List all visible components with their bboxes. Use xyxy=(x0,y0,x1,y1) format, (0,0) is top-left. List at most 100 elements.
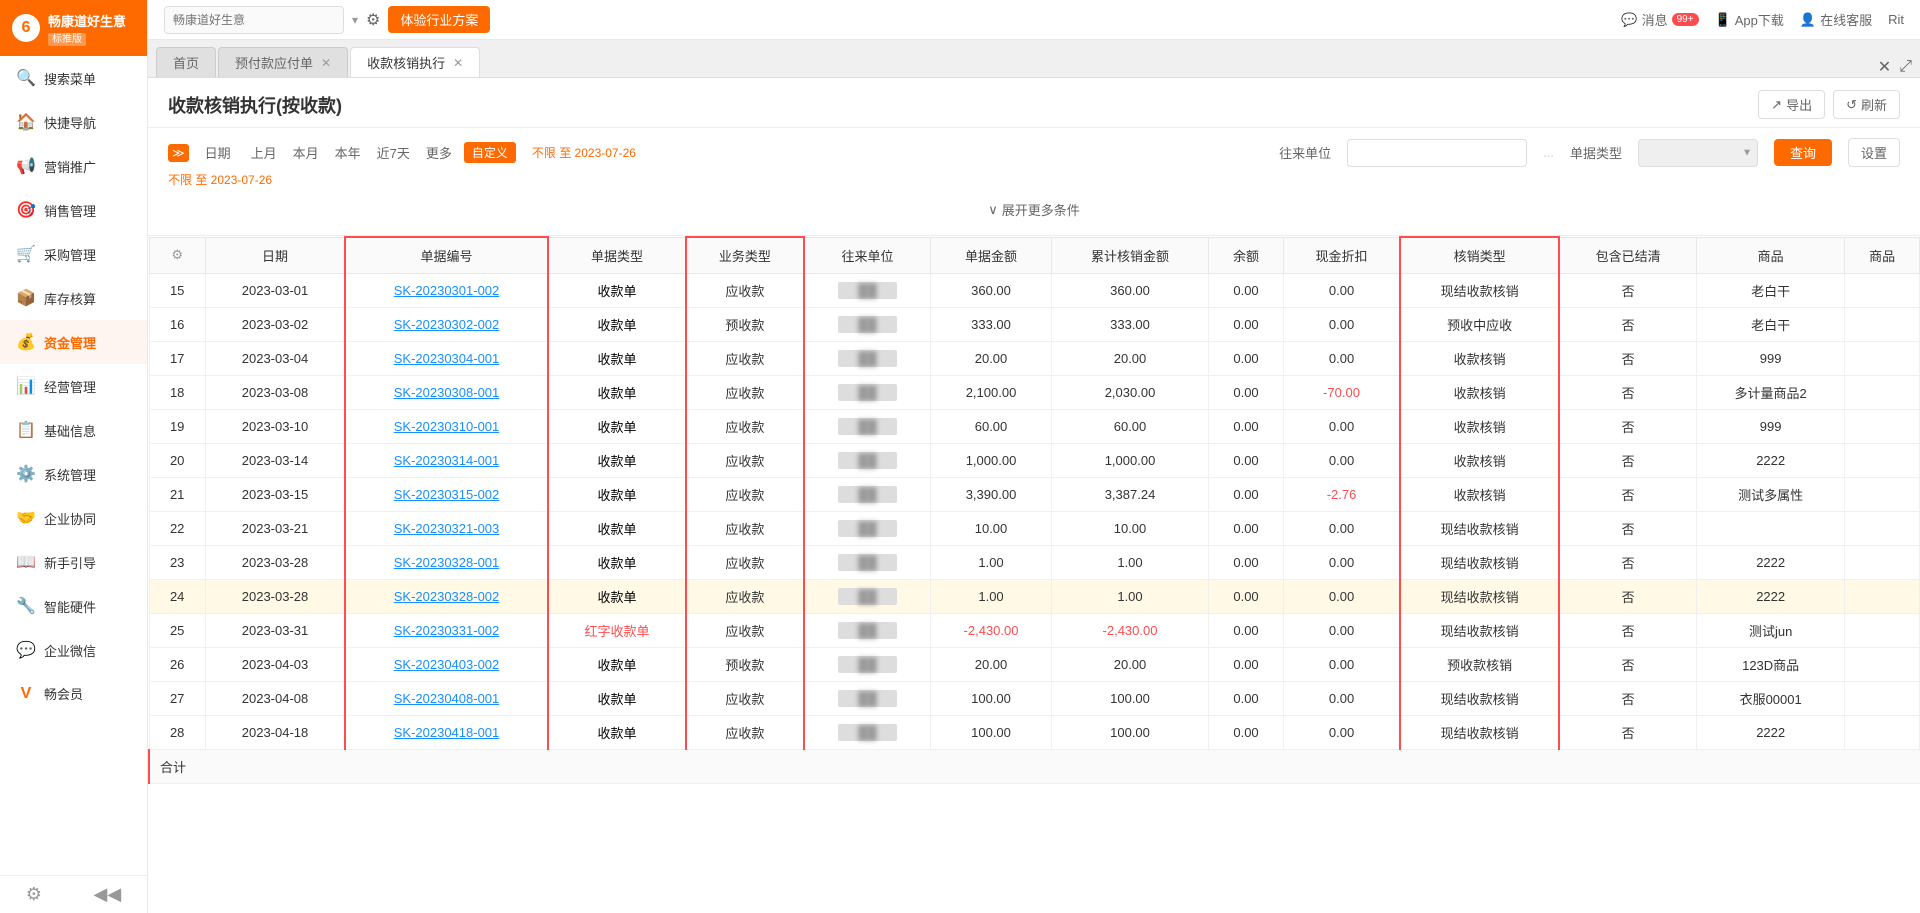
counterparty-input[interactable] xyxy=(1347,139,1527,167)
cell-balance: 0.00 xyxy=(1209,478,1284,512)
doc-no-link[interactable]: SK-20230314-001 xyxy=(394,453,500,468)
date-7-days[interactable]: 近7天 xyxy=(373,141,414,164)
industry-solution-button[interactable]: 体验行业方案 xyxy=(388,6,490,33)
sidebar-item-hardware[interactable]: 🔧 智能硬件 xyxy=(0,584,147,628)
date-this-year[interactable]: 本年 xyxy=(331,141,365,164)
sidebar-item-search[interactable]: 🔍 搜索菜单 xyxy=(0,56,147,100)
date-last-month[interactable]: 上月 xyxy=(247,141,281,164)
cell-cancel-type: 现结收款核销 xyxy=(1400,682,1559,716)
cell-product2 xyxy=(1845,410,1920,444)
date-this-month[interactable]: 本月 xyxy=(289,141,323,164)
cell-counterparty: ██ xyxy=(804,716,931,750)
doc-no-link[interactable]: SK-20230301-002 xyxy=(394,283,500,298)
tab-expand-icon[interactable]: ⤢ xyxy=(1899,58,1912,76)
cell-cumulative: -2,430.00 xyxy=(1051,614,1208,648)
sidebar-item-purchase[interactable]: 🛒 采购管理 xyxy=(0,232,147,276)
date-more[interactable]: 更多 xyxy=(422,141,456,164)
table-row: 26 2023-04-03 SK-20230403-002 收款单 预收款 ██… xyxy=(149,648,1920,682)
user-info-item[interactable]: Rit xyxy=(1888,12,1904,27)
topbar: ▾ ⚙ 体验行业方案 💬 消息 99+ 📱 App下载 👤 在线客服 Rit xyxy=(148,0,1920,40)
export-button[interactable]: ↗ 导出 xyxy=(1758,90,1825,119)
cell-doc-no: SK-20230314-001 xyxy=(345,444,548,478)
cell-doc-type: 收款单 xyxy=(548,546,686,580)
app-download-item[interactable]: 📱 App下载 xyxy=(1715,10,1784,29)
cell-date: 2023-03-28 xyxy=(205,580,345,614)
service-icon: 👤 xyxy=(1800,12,1816,28)
table-container[interactable]: ⚙ 日期 单据编号 单据类型 业务类型 往来单位 单据金额 累计核销金额 余额 … xyxy=(148,236,1920,913)
sidebar-item-system[interactable]: ⚙️ 系统管理 xyxy=(0,452,147,496)
date-custom-button[interactable]: 自定义 xyxy=(464,142,516,163)
sidebar-item-wechat[interactable]: 💬 企业微信 xyxy=(0,628,147,672)
doc-no-link[interactable]: SK-20230310-001 xyxy=(394,419,500,434)
sidebar-item-inventory[interactable]: 📦 库存核算 xyxy=(0,276,147,320)
tab-close-prepay[interactable]: ✕ xyxy=(321,56,331,70)
sidebar-collapse-icon[interactable]: ◀◀ xyxy=(94,884,122,905)
content-area: 收款核销执行(按收款) ↗ 导出 ↺ 刷新 ≫ 日期 上月 xyxy=(148,78,1920,913)
sidebar-item-quick-nav[interactable]: 🏠 快捷导航 xyxy=(0,100,147,144)
cell-date: 2023-03-21 xyxy=(205,512,345,546)
doc-no-link[interactable]: SK-20230302-002 xyxy=(394,317,500,332)
cell-product2 xyxy=(1845,376,1920,410)
expand-conditions-btn[interactable]: ∨ 展开更多条件 xyxy=(988,200,1080,219)
cell-product: 2222 xyxy=(1697,546,1845,580)
settings-button[interactable]: 设置 xyxy=(1848,138,1900,167)
sidebar-item-enterprise[interactable]: 🤝 企业协同 xyxy=(0,496,147,540)
cell-date: 2023-03-04 xyxy=(205,342,345,376)
doc-no-link[interactable]: SK-20230304-001 xyxy=(394,351,500,366)
topbar-search-input[interactable] xyxy=(164,6,344,34)
col-settings[interactable]: ⚙ xyxy=(149,237,205,274)
doc-no-link[interactable]: SK-20230328-002 xyxy=(394,589,500,604)
cell-include-settled: 否 xyxy=(1559,478,1696,512)
sales-icon: 🎯 xyxy=(16,200,36,220)
refresh-button[interactable]: ↺ 刷新 xyxy=(1833,90,1900,119)
doc-no-link[interactable]: SK-20230408-001 xyxy=(394,691,500,706)
cell-product: 老白干 xyxy=(1697,308,1845,342)
topbar-gear-icon[interactable]: ⚙ xyxy=(366,10,380,30)
cell-doc-type: 红字收款单 xyxy=(548,614,686,648)
col-product: 商品 xyxy=(1697,237,1845,274)
doc-no-link[interactable]: SK-20230328-001 xyxy=(394,555,500,570)
cell-doc-type: 收款单 xyxy=(548,648,686,682)
cell-biz-type: 应收款 xyxy=(686,444,804,478)
sidebar-item-marketing[interactable]: 📢 营销推广 xyxy=(0,144,147,188)
doc-no-link[interactable]: SK-20230321-003 xyxy=(394,521,500,536)
cell-balance: 0.00 xyxy=(1209,274,1284,308)
cell-doc-no: SK-20230331-002 xyxy=(345,614,548,648)
cell-include-settled: 否 xyxy=(1559,444,1696,478)
cell-cancel-type: 现结收款核销 xyxy=(1400,614,1559,648)
doc-no-link[interactable]: SK-20230315-002 xyxy=(394,487,500,502)
sidebar-item-operations[interactable]: 📊 经营管理 xyxy=(0,364,147,408)
sidebar-item-guide[interactable]: 📖 新手引导 xyxy=(0,540,147,584)
tab-prepay-order[interactable]: 预付款应付单 ✕ xyxy=(218,47,348,77)
cell-product: 123D商品 xyxy=(1697,648,1845,682)
col-cash-discount: 现金折扣 xyxy=(1283,237,1400,274)
sidebar-item-base[interactable]: 📋 基础信息 xyxy=(0,408,147,452)
tab-close-receipt[interactable]: ✕ xyxy=(453,56,463,70)
doc-no-link[interactable]: SK-20230418-001 xyxy=(394,725,500,740)
topbar-chevron-icon[interactable]: ▾ xyxy=(352,13,358,27)
sidebar-item-sales[interactable]: 🎯 销售管理 xyxy=(0,188,147,232)
message-item[interactable]: 💬 消息 99+ xyxy=(1621,10,1698,29)
cell-doc-no: SK-20230418-001 xyxy=(345,716,548,750)
cell-product: 999 xyxy=(1697,342,1845,376)
table-row: 15 2023-03-01 SK-20230301-002 收款单 应收款 ██… xyxy=(149,274,1920,308)
tab-home[interactable]: 首页 xyxy=(156,47,216,77)
doc-no-link[interactable]: SK-20230308-001 xyxy=(394,385,500,400)
cell-cash-discount: 0.00 xyxy=(1283,648,1400,682)
query-button[interactable]: 查询 xyxy=(1774,139,1832,166)
cell-no: 19 xyxy=(149,410,205,444)
doc-no-link[interactable]: SK-20230403-002 xyxy=(394,657,500,672)
online-service-item[interactable]: 👤 在线客服 xyxy=(1800,10,1872,29)
sidebar-item-member[interactable]: V 畅会员 xyxy=(0,672,147,715)
col-biz-type: 业务类型 xyxy=(686,237,804,274)
sidebar-settings-icon[interactable]: ⚙ xyxy=(26,884,42,905)
tab-receipt-cancel[interactable]: 收款核销执行 ✕ xyxy=(350,47,480,77)
doc-no-link[interactable]: SK-20230331-002 xyxy=(394,623,500,638)
footer-label: 合计 xyxy=(149,750,1920,784)
logo-text: 畅康道好生意 标推版 xyxy=(48,11,126,45)
doc-type-select[interactable] xyxy=(1638,139,1758,167)
cell-balance: 0.00 xyxy=(1209,444,1284,478)
tab-close-all-icon[interactable]: ✕ xyxy=(1878,57,1891,77)
sidebar-item-finance[interactable]: 💰 资金管理 xyxy=(0,320,147,364)
filter-collapse-btn[interactable]: ≫ xyxy=(168,144,189,162)
